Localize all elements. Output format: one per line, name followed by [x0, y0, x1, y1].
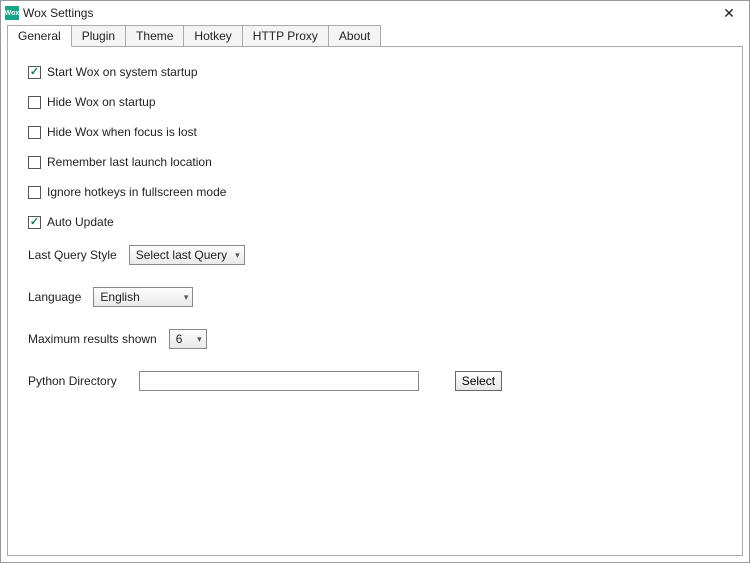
- select-value: Select last Query: [136, 248, 227, 262]
- row-max-results: Maximum results shown 6 ▾: [28, 329, 722, 349]
- tab-theme[interactable]: Theme: [125, 25, 184, 47]
- checkbox-label: Ignore hotkeys in fullscreen mode: [47, 185, 226, 199]
- app-icon: Wox: [5, 6, 19, 20]
- window-title: Wox Settings: [23, 6, 93, 20]
- checkbox-label: Start Wox on system startup: [47, 65, 198, 79]
- select-language[interactable]: English ▾: [93, 287, 193, 307]
- chevron-down-icon: ▾: [184, 292, 189, 303]
- checkbox-ignore-fullscreen[interactable]: Ignore hotkeys in fullscreen mode: [28, 185, 722, 199]
- checkbox-hide-on-focus-lost[interactable]: Hide Wox when focus is lost: [28, 125, 722, 139]
- row-last-query-style: Last Query Style Select last Query ▾: [28, 245, 722, 265]
- tab-plugin[interactable]: Plugin: [71, 25, 126, 47]
- checkbox-remember-location[interactable]: Remember last launch location: [28, 155, 722, 169]
- label-last-query-style: Last Query Style: [28, 248, 117, 262]
- checkbox-start-on-startup[interactable]: Start Wox on system startup: [28, 65, 722, 79]
- chevron-down-icon: ▾: [235, 250, 240, 261]
- checkbox-hide-on-startup[interactable]: Hide Wox on startup: [28, 95, 722, 109]
- checkbox-icon: [28, 96, 41, 109]
- titlebar: Wox Wox Settings ✕: [1, 1, 749, 25]
- tab-strip: General Plugin Theme Hotkey HTTP Proxy A…: [1, 25, 749, 47]
- checkbox-icon: [28, 156, 41, 169]
- label-python-directory: Python Directory: [28, 374, 117, 388]
- checkbox-icon: [28, 186, 41, 199]
- checkbox-label: Remember last launch location: [47, 155, 212, 169]
- checkbox-auto-update[interactable]: Auto Update: [28, 215, 722, 229]
- select-value: 6: [176, 332, 183, 346]
- row-language: Language English ▾: [28, 287, 722, 307]
- select-python-dir-button[interactable]: Select: [455, 371, 502, 391]
- row-python-directory: Python Directory Select: [28, 371, 722, 391]
- titlebar-left: Wox Wox Settings: [5, 6, 93, 20]
- checkbox-label: Auto Update: [47, 215, 114, 229]
- tab-general[interactable]: General: [7, 25, 72, 47]
- input-python-directory[interactable]: [139, 371, 419, 391]
- checkbox-icon: [28, 126, 41, 139]
- label-language: Language: [28, 290, 81, 304]
- close-button[interactable]: ✕: [715, 3, 743, 23]
- tab-content-general: Start Wox on system startup Hide Wox on …: [7, 47, 743, 556]
- select-last-query-style[interactable]: Select last Query ▾: [129, 245, 245, 265]
- label-max-results: Maximum results shown: [28, 332, 157, 346]
- tab-about[interactable]: About: [328, 25, 381, 47]
- select-value: English: [100, 290, 139, 304]
- select-max-results[interactable]: 6 ▾: [169, 329, 207, 349]
- checkbox-label: Hide Wox on startup: [47, 95, 156, 109]
- checkbox-icon: [28, 66, 41, 79]
- tab-hotkey[interactable]: Hotkey: [183, 25, 242, 47]
- chevron-down-icon: ▾: [197, 334, 202, 345]
- tab-http-proxy[interactable]: HTTP Proxy: [242, 25, 329, 47]
- close-icon: ✕: [723, 5, 735, 22]
- checkbox-label: Hide Wox when focus is lost: [47, 125, 197, 139]
- checkbox-icon: [28, 216, 41, 229]
